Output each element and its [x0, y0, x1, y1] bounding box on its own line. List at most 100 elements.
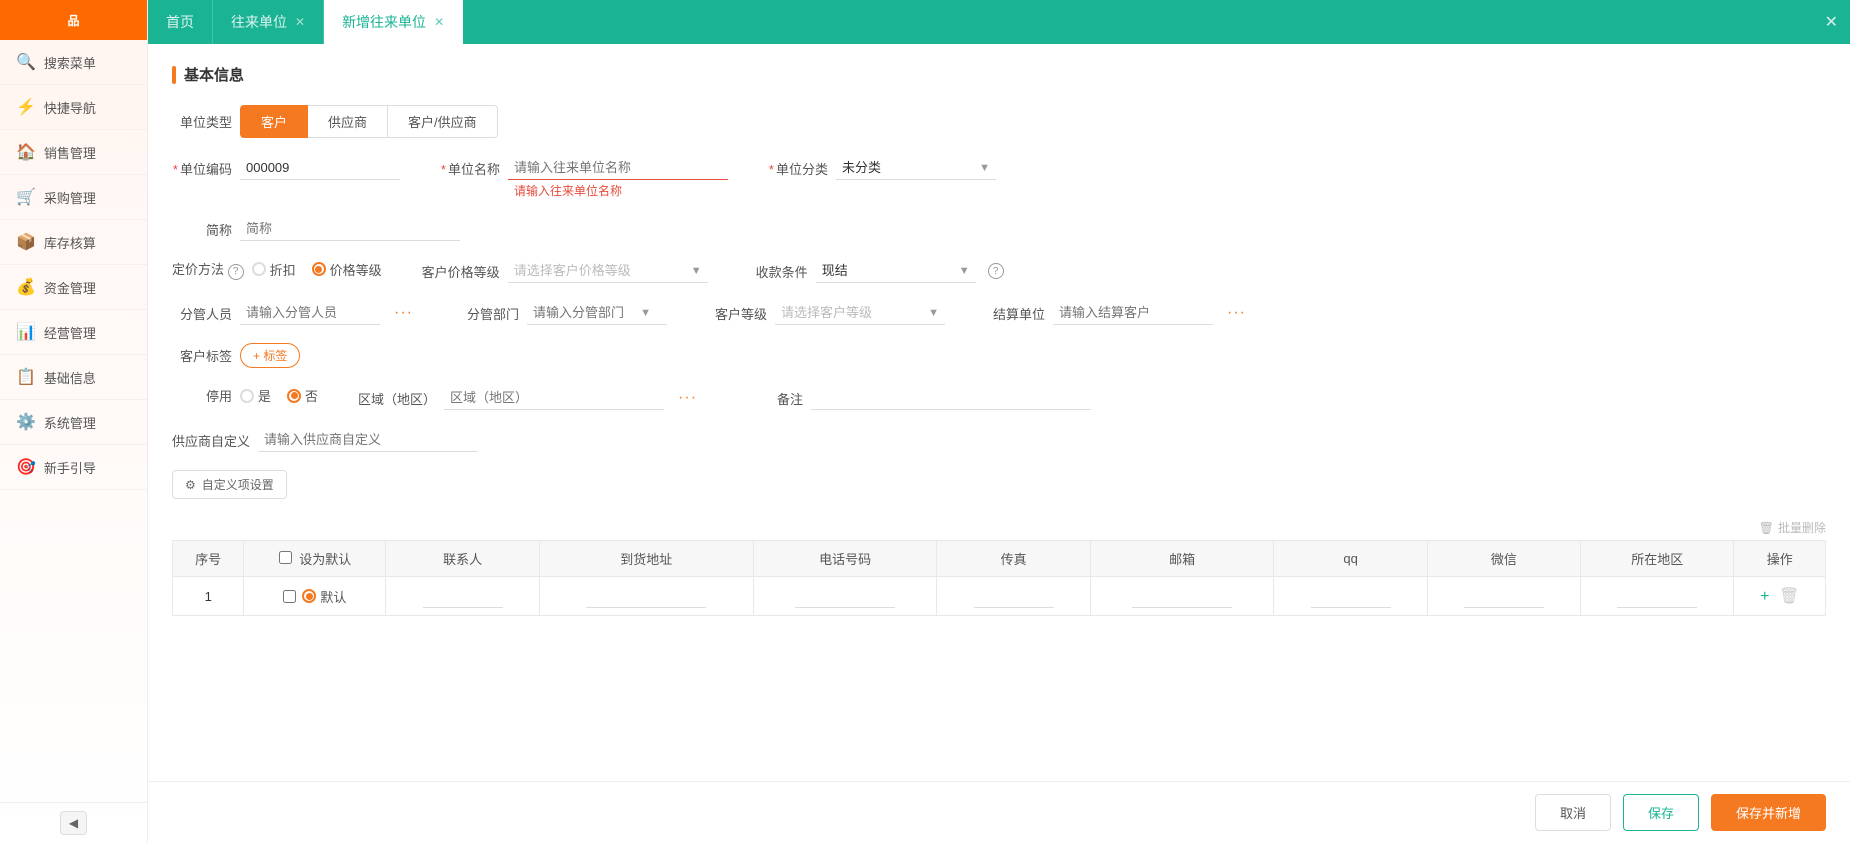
region-input[interactable] [444, 386, 664, 410]
dept-input[interactable] [527, 301, 667, 325]
unit-category-label: *单位分类 [768, 159, 828, 178]
pricing-radio-discount[interactable]: 折扣 [252, 260, 296, 279]
price-level-select[interactable]: 请选择客户价格等级 [508, 259, 708, 283]
section-title: 基本信息 [184, 64, 244, 85]
col-region: 所在地区 [1581, 541, 1734, 577]
manager-more-btn[interactable]: ··· [388, 302, 419, 324]
cell-email [1090, 577, 1274, 616]
fax-input[interactable] [974, 584, 1054, 608]
remark-input[interactable] [811, 386, 1091, 410]
type-btn-customer[interactable]: 客户 [240, 105, 308, 138]
add-row-btn[interactable]: + [1760, 588, 1769, 605]
payment-help-icon[interactable]: ? [988, 263, 1004, 279]
sidebar-item-inventory[interactable]: 📦 库存核算 [0, 220, 147, 265]
unit-name-error: 请输入往来单位名称 [514, 184, 622, 198]
pricing-help-icon[interactable]: ? [228, 264, 244, 280]
sidebar-item-label: 资金管理 [44, 278, 96, 297]
sidebar-collapse-btn[interactable]: ◀ [60, 811, 87, 835]
tags-row: 客户标签 + 标签 [172, 343, 1826, 368]
custom-settings-btn[interactable]: ⚙ 自定义项设置 [172, 470, 287, 499]
unit-code-input[interactable] [240, 156, 400, 180]
payment-field: 收款条件 现结 ▼ ? [748, 259, 1004, 283]
tab-partner[interactable]: 往来单位 ✕ [213, 0, 324, 44]
customer-level-select[interactable]: 请选择客户等级 [775, 301, 945, 325]
save-and-new-button[interactable]: 保存并新增 [1711, 794, 1826, 831]
settlement-field: 结算单位 ··· [985, 301, 1252, 325]
qq-input[interactable] [1311, 584, 1391, 608]
sidebar-item-quick-nav[interactable]: ⚡ 快捷导航 [0, 85, 147, 130]
tab-new-partner[interactable]: 新增往来单位 ✕ [324, 0, 463, 44]
cell-no: 1 [173, 577, 244, 616]
tab-home[interactable]: 首页 [148, 0, 213, 44]
cell-wechat [1427, 577, 1580, 616]
manager-row: 分管人员 ··· 分管部门 ▼ 客户等级 请选择客户等级 ▼ [172, 301, 1826, 325]
wechat-input[interactable] [1464, 584, 1544, 608]
unit-name-label: *单位名称 [440, 159, 500, 178]
sidebar-item-system[interactable]: ⚙️ 系统管理 [0, 400, 147, 445]
sidebar-item-label: 经营管理 [44, 323, 96, 342]
section-icon-bar [172, 66, 176, 84]
sidebar-item-finance[interactable]: 💰 资金管理 [0, 265, 147, 310]
unit-type-row: 单位类型 客户 供应商 客户/供应商 [172, 105, 1826, 138]
save-button[interactable]: 保存 [1623, 794, 1699, 831]
settlement-more-btn[interactable]: ··· [1221, 302, 1252, 324]
sidebar-item-basic[interactable]: 📋 基础信息 [0, 355, 147, 400]
code-name-category-row: *单位编码 *单位名称 请输入往来单位名称 *单位分类 未分类 ▼ [172, 156, 1826, 199]
disable-field: 停用 是 否 [172, 386, 318, 405]
manager-input[interactable] [240, 301, 380, 325]
region-label: 区域（地区） [358, 389, 436, 408]
unit-name-input[interactable] [508, 156, 728, 180]
close-all-tabs-btn[interactable]: ✕ [1825, 12, 1838, 32]
select-all-checkbox[interactable] [279, 551, 292, 564]
region-row-input[interactable] [1617, 584, 1697, 608]
type-btn-both[interactable]: 客户/供应商 [388, 105, 498, 138]
tag-add-btn[interactable]: + 标签 [240, 343, 300, 368]
batch-delete-label[interactable]: 批量删除 [1778, 519, 1826, 536]
payment-label: 收款条件 [748, 262, 808, 281]
sales-icon: 🏠 [16, 142, 36, 162]
disable-radio-yes[interactable]: 是 [240, 386, 271, 405]
sidebar-item-purchase[interactable]: 🛒 采购管理 [0, 175, 147, 220]
tab-new-partner-close[interactable]: ✕ [434, 15, 444, 29]
sidebar-item-guide[interactable]: 🎯 新手引导 [0, 445, 147, 490]
payment-select[interactable]: 现结 [816, 259, 976, 283]
discount-radio-circle [252, 262, 266, 276]
disable-radio-no[interactable]: 否 [287, 386, 318, 405]
tab-partner-close[interactable]: ✕ [295, 15, 305, 29]
settlement-input[interactable] [1053, 301, 1213, 325]
sidebar-item-search[interactable]: 🔍 搜索菜单 [0, 40, 147, 85]
phone-input[interactable] [795, 584, 895, 608]
sidebar-item-label: 库存核算 [44, 233, 96, 252]
pricing-radio-level[interactable]: 价格等级 [312, 260, 382, 279]
contact-input[interactable] [423, 584, 503, 608]
col-no: 序号 [173, 541, 244, 577]
sidebar: 品 🔍 搜索菜单 ⚡ 快捷导航 🏠 销售管理 🛒 采购管理 📦 库存核算 💰 资… [0, 0, 148, 843]
sidebar-item-operation[interactable]: 📊 经营管理 [0, 310, 147, 355]
address-input[interactable] [586, 584, 706, 608]
cancel-button[interactable]: 取消 [1535, 794, 1611, 831]
search-icon: 🔍 [16, 52, 36, 72]
content-area: 基本信息 单位类型 客户 供应商 客户/供应商 *单位编码 *单位名称 [148, 44, 1850, 781]
abbr-input[interactable] [240, 217, 460, 241]
supplier-custom-input[interactable] [258, 428, 478, 452]
cell-fax [937, 577, 1090, 616]
gear-icon: ⚙ [185, 478, 196, 492]
contacts-table: 序号 设为默认 联系人 到货地址 电话号码 传真 邮箱 qq 微信 所在地区 操… [172, 540, 1826, 616]
unit-name-field: *单位名称 请输入往来单位名称 [440, 156, 728, 199]
sidebar-item-label: 系统管理 [44, 413, 96, 432]
type-btn-supplier[interactable]: 供应商 [308, 105, 388, 138]
default-radio[interactable]: 默认 [302, 587, 346, 606]
region-more-btn[interactable]: ··· [672, 387, 703, 409]
basic-icon: 📋 [16, 367, 36, 387]
unit-type-label: 单位类型 [172, 112, 232, 131]
col-address: 到货地址 [539, 541, 753, 577]
delete-row-btn[interactable]: 🗑 [1779, 588, 1799, 605]
email-input[interactable] [1132, 584, 1232, 608]
pricing-radio-group: 折扣 价格等级 [252, 260, 382, 279]
unit-category-select[interactable]: 未分类 [836, 156, 996, 180]
tab-home-label: 首页 [166, 12, 194, 32]
sidebar-item-sales[interactable]: 🏠 销售管理 [0, 130, 147, 175]
footer: 取消 保存 保存并新增 [148, 781, 1850, 843]
col-qq: qq [1274, 541, 1427, 577]
row-checkbox[interactable] [283, 590, 296, 603]
